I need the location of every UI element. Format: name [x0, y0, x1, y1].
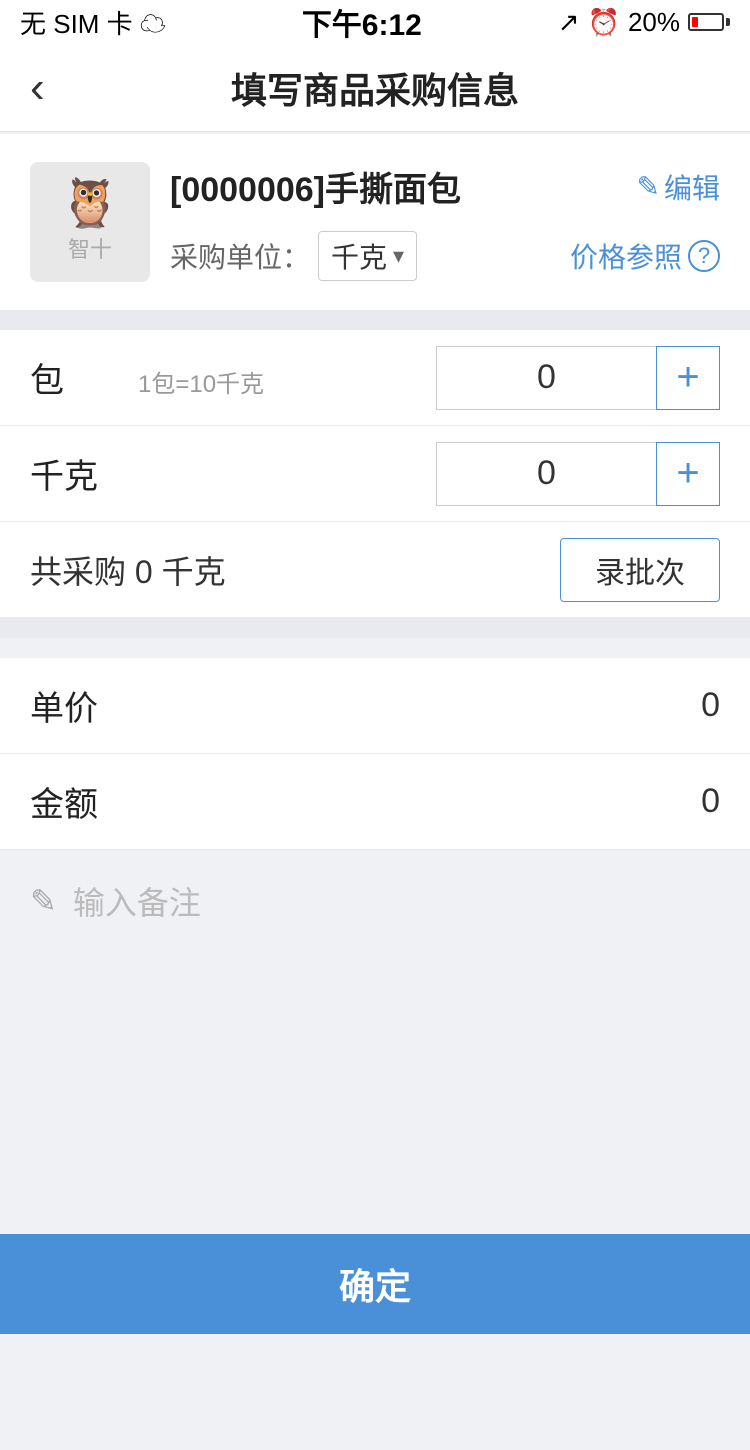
product-unit-row: 采购单位： 千克 ▾ 价格参照 ?: [170, 231, 720, 281]
info-icon: ?: [688, 240, 720, 272]
divider-1: [0, 310, 750, 330]
bao-plus-button[interactable]: +: [656, 346, 720, 410]
kg-input-wrap: 0 +: [130, 442, 720, 506]
summary-row: 共采购 0 千克 录批次: [0, 522, 750, 618]
bao-input-wrap: 0 +: [264, 346, 720, 410]
battery-percent: 20%: [628, 7, 680, 38]
status-bar: 无 SIM 卡 ☁ 下午6:12 ↗ ⏰ 20%: [0, 0, 750, 44]
kg-input-row: 千克 0 +: [0, 426, 750, 522]
edit-label: 编辑: [664, 167, 720, 207]
status-right: ↗ ⏰ 20%: [558, 7, 730, 38]
price-ref-label: 价格参照: [570, 236, 682, 276]
status-time: 下午6:12: [302, 0, 422, 44]
note-placeholder: 输入备注: [73, 878, 201, 924]
pencil-icon: ✎: [30, 882, 57, 920]
kg-plus-button[interactable]: +: [656, 442, 720, 506]
unit-price-value: 0: [701, 686, 720, 725]
unit-label: 采购单位：: [170, 236, 310, 276]
info-section: 单价 0 金额 0: [0, 658, 750, 850]
location-icon: ↗: [558, 7, 580, 38]
unit-price-row: 单价 0: [0, 658, 750, 754]
note-section[interactable]: ✎ 输入备注: [0, 850, 750, 1050]
product-info: [0000006]手撕面包 ✎ 编辑 采购单位： 千克 ▾ 价格参照 ?: [170, 162, 720, 281]
bao-input-row: 包 1包=10千克 0 +: [0, 330, 750, 426]
input-section: 包 1包=10千克 0 + 千克 0 + 共采购: [0, 330, 750, 618]
kg-label: 千克: [30, 449, 130, 498]
bao-label: 包: [30, 353, 130, 402]
product-edit-button[interactable]: ✎ 编辑: [637, 167, 720, 207]
amount-label: 金额: [30, 777, 98, 826]
batch-button[interactable]: 录批次: [560, 538, 720, 602]
bao-input-box[interactable]: 0: [436, 346, 656, 410]
unit-select[interactable]: 千克 ▾: [318, 231, 417, 281]
unit-price-label: 单价: [30, 681, 98, 730]
summary-text: 共采购 0 千克: [30, 547, 226, 593]
sim-status: 无 SIM 卡 ☁: [20, 4, 166, 41]
confirm-button[interactable]: 确定: [0, 1234, 750, 1334]
nav-bar: ‹ 填写商品采购信息: [0, 44, 750, 132]
product-card: 🦉 智十 [0000006]手撕面包 ✎ 编辑 采购单位： 千克 ▾: [0, 134, 750, 310]
unit-value: 千克: [331, 236, 387, 276]
page-title: 填写商品采购信息: [231, 62, 519, 114]
kg-input-box[interactable]: 0: [436, 442, 656, 506]
price-ref-button[interactable]: 价格参照 ?: [570, 236, 720, 276]
status-left: 无 SIM 卡 ☁: [20, 4, 166, 41]
battery-icon: [688, 13, 730, 31]
dropdown-icon: ▾: [393, 243, 404, 269]
amount-row: 金额 0: [0, 754, 750, 850]
divider-2: [0, 618, 750, 638]
edit-icon: ✎: [637, 170, 660, 203]
back-button[interactable]: ‹: [30, 66, 45, 110]
bao-value: 0: [537, 358, 556, 397]
thumbnail-text: 智十: [68, 232, 112, 264]
product-full-name: [0000006]手撕面包: [170, 162, 461, 211]
product-thumbnail: 🦉 智十: [30, 162, 150, 282]
kg-value: 0: [537, 454, 556, 493]
amount-value: 0: [701, 782, 720, 821]
page: 无 SIM 卡 ☁ 下午6:12 ↗ ⏰ 20% ‹ 填写商品采购信息 🦉 智十: [0, 0, 750, 1450]
bao-sub-label: 1包=10千克: [138, 364, 264, 399]
product-name-row: [0000006]手撕面包 ✎ 编辑: [170, 162, 720, 211]
owl-icon: 🦉: [60, 180, 120, 228]
alarm-icon: ⏰: [588, 7, 620, 38]
